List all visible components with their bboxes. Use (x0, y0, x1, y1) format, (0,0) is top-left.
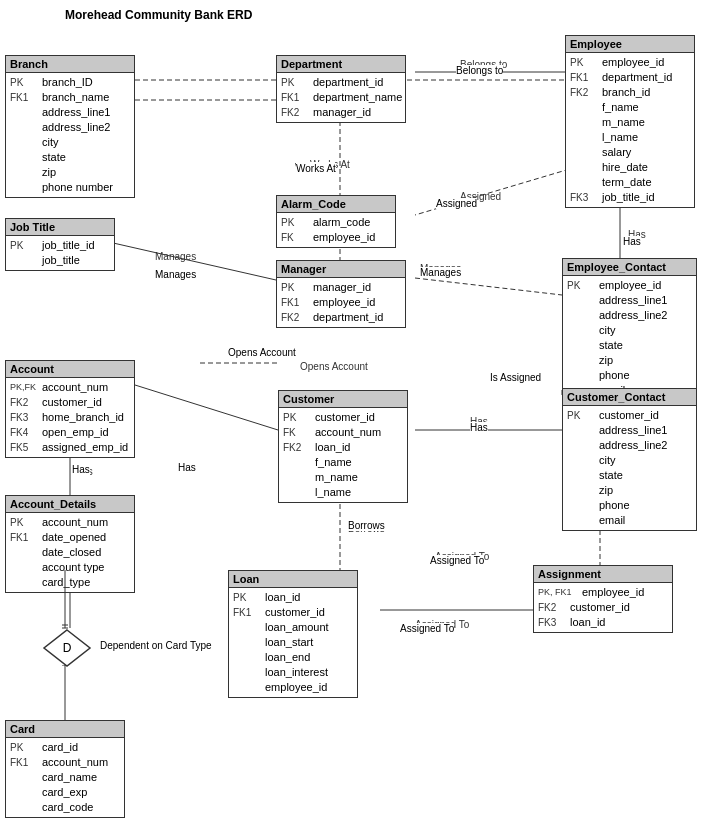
diagram-title: Morehead Community Bank ERD (65, 8, 252, 22)
entity-department-body: PKdepartment_id FK1department_name FK2ma… (277, 73, 405, 122)
branch-row-3-attr: address_line1 (42, 105, 111, 120)
entity-job-title: Job Title PKjob_title_id job_title (5, 218, 115, 271)
entity-account-body: PK,FKaccount_num FK2customer_id FK3home_… (6, 378, 134, 457)
erd-container: Morehead Community Bank ERD Belongs to A… (0, 0, 701, 828)
entity-account: Account PK,FKaccount_num FK2customer_id … (5, 360, 135, 458)
entity-customer-contact-header: Customer_Contact (563, 389, 696, 406)
entity-branch-body: PK branch_ID FK1 branch_name address_line1… (6, 73, 134, 197)
entity-customer-body: PKcustomer_id FKaccount_num FK2loan_id f… (279, 408, 407, 502)
entity-employee-header: Employee (566, 36, 694, 53)
entity-account-header: Account (6, 361, 134, 378)
entity-manager-body: PKmanager_id FK1employee_id FK2departmen… (277, 278, 405, 327)
entity-job-title-body: PKjob_title_id job_title (6, 236, 114, 270)
branch-row-5-attr: city (42, 135, 59, 150)
rel-has-emp-contact: Has (623, 236, 641, 247)
rel-is-assigned: Is Assigned (490, 372, 541, 383)
svg-text:Manages: Manages (155, 251, 196, 262)
branch-row-2-attr: branch_name (42, 90, 109, 105)
rel-works-at-label: Works At (296, 163, 336, 174)
entity-loan: Loan PKloan_id FK1customer_id loan_amoun… (228, 570, 358, 698)
rel-assigned-to-2: Assigned To (430, 555, 484, 566)
svg-text:D: D (63, 641, 72, 655)
branch-row-7-attr: zip (42, 165, 56, 180)
entity-customer-header: Customer (279, 391, 407, 408)
entity-branch-header: Branch (6, 56, 134, 73)
branch-row-8-attr: phone number (42, 180, 113, 195)
dependent-label: Dependent on Card Type (100, 640, 212, 651)
rel-manages-left: Manages (155, 269, 196, 280)
entity-card-body: PKcard_id FK1account_num card_name card_… (6, 738, 124, 817)
entity-assignment: Assignment PK, FK1employee_id FK2custome… (533, 565, 673, 633)
entity-assignment-header: Assignment (534, 566, 672, 583)
rel-manages-right: Manages (420, 267, 461, 278)
svg-line-12 (415, 278, 562, 295)
line-diamond-card (60, 665, 70, 723)
entity-loan-body: PKloan_id FK1customer_id loan_amount loa… (229, 588, 357, 697)
entity-employee-contact: Employee_Contact PKemployee_id address_l… (562, 258, 697, 401)
entity-customer-contact-body: PKcustomer_id address_line1 address_line… (563, 406, 696, 530)
line-details-diamond (60, 570, 70, 630)
entity-department-header: Department (277, 56, 405, 73)
rel-has-customer-contact: Has (470, 422, 488, 433)
entity-branch: Branch PK branch_ID FK1 branch_name addres… (5, 55, 135, 198)
rel-assigned: Assigned (436, 198, 477, 209)
diamond-dependent: D (42, 628, 92, 668)
entity-employee-body: PKemployee_id FK1department_id FK2branch… (566, 53, 694, 207)
branch-row-2-key: FK1 (10, 90, 38, 105)
svg-line-14 (135, 385, 278, 430)
entity-account-details-body: PKaccount_num FK1date_opened date_closed… (6, 513, 134, 592)
entity-card: Card PKcard_id FK1account_num card_name … (5, 720, 125, 818)
rel-has-details: Has (72, 464, 90, 475)
entity-manager: Manager PKmanager_id FK1employee_id FK2d… (276, 260, 406, 328)
entity-assignment-body: PK, FK1employee_id FK2customer_id FK3loa… (534, 583, 672, 632)
rel-opens-account: Opens Account (228, 347, 296, 358)
entity-manager-header: Manager (277, 261, 405, 278)
entity-employee-contact-body: PKemployee_id address_line1 address_line… (563, 276, 696, 400)
entity-account-details: Account_Details PKaccount_num FK1date_op… (5, 495, 135, 593)
entity-customer: Customer PKcustomer_id FKaccount_num FK2… (278, 390, 408, 503)
branch-row-6-attr: state (42, 150, 66, 165)
entity-alarm-code-body: PKalarm_code FKemployee_id (277, 213, 395, 247)
entity-employee-contact-header: Employee_Contact (563, 259, 696, 276)
entity-alarm-code: Alarm_Code PKalarm_code FKemployee_id (276, 195, 396, 248)
rel-has-account: Has (178, 462, 196, 473)
rel-assigned-to-1: Assigned To (400, 623, 454, 634)
entity-alarm-code-header: Alarm_Code (277, 196, 395, 213)
branch-row-1-key: PK (10, 75, 38, 90)
svg-text:Opens Account: Opens Account (300, 361, 368, 372)
entity-job-title-header: Job Title (6, 219, 114, 236)
branch-row-4-attr: address_line2 (42, 120, 111, 135)
entity-customer-contact: Customer_Contact PKcustomer_id address_l… (562, 388, 697, 531)
branch-row-1-attr: branch_ID (42, 75, 93, 90)
entity-department: Department PKdepartment_id FK1department… (276, 55, 406, 123)
entity-card-header: Card (6, 721, 124, 738)
rel-borrows: Borrows (348, 520, 385, 531)
entity-loan-header: Loan (229, 571, 357, 588)
rel-belongs-to: Belongs to (456, 65, 503, 76)
entity-employee: Employee PKemployee_id FK1department_id … (565, 35, 695, 208)
entity-account-details-header: Account_Details (6, 496, 134, 513)
